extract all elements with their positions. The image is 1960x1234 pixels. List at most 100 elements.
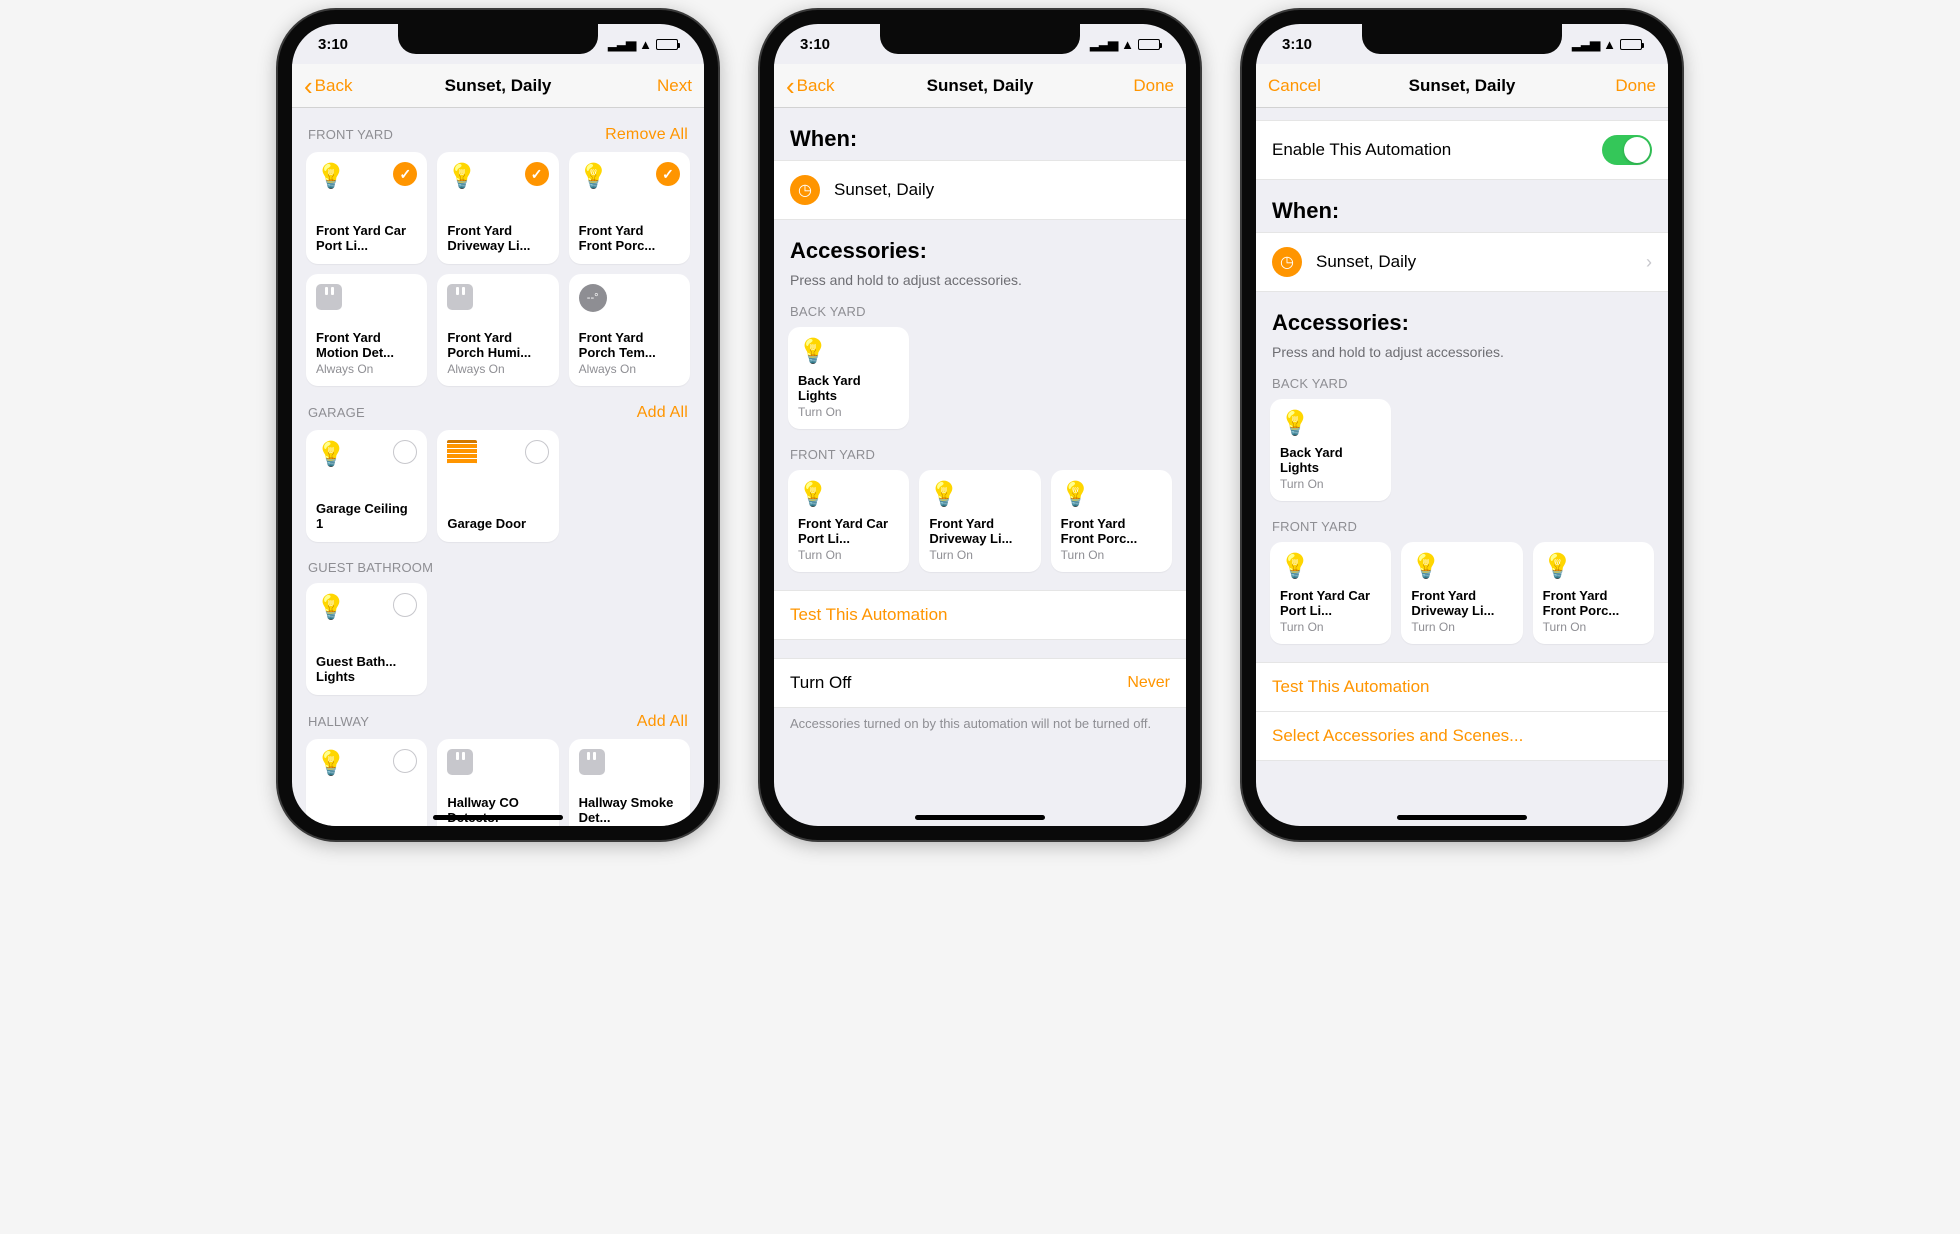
tile-label: Hallway Smoke Det...	[579, 795, 680, 826]
accessory-tile[interactable]: 💡 ✓ Front Yard Driveway Li...	[437, 152, 558, 264]
status-time: 3:10	[1282, 36, 1312, 53]
accessory-tile[interactable]: 💡 Hallway Ceiling	[306, 739, 427, 826]
turn-off-row[interactable]: Turn Off Never	[774, 658, 1186, 708]
tile-sub: Turn On	[929, 548, 1030, 562]
enable-toggle[interactable]	[1602, 135, 1652, 165]
accessory-tile[interactable]: Hallway Smoke Det... Always On	[569, 739, 690, 826]
add-all-button[interactable]: Add All	[637, 404, 688, 422]
garage-door-icon	[447, 440, 477, 464]
cancel-button[interactable]: Cancel	[1268, 76, 1321, 96]
tile-sub: Always On	[316, 362, 417, 376]
accessory-tile[interactable]: 💡 Front Yard Driveway Li... Turn On	[1401, 542, 1522, 644]
when-row[interactable]: ◷ Sunset, Daily	[774, 160, 1186, 220]
remove-all-button[interactable]: Remove All	[605, 126, 688, 144]
tile-label: Front Yard Front Porc...	[1543, 588, 1644, 619]
bulb-icon: 💡	[929, 480, 1030, 509]
checkmark-icon: ✓	[393, 162, 417, 186]
section-label: BACK YARD	[1272, 376, 1348, 391]
section-label: FRONT YARD	[1272, 519, 1357, 534]
signal-icon	[1090, 36, 1117, 52]
accessory-tile[interactable]: 💡 Front Yard Car Port Li... Turn On	[1270, 542, 1391, 644]
done-button[interactable]: Done	[1133, 76, 1174, 96]
content-scroll[interactable]: Enable This Automation When: ◷ Sunset, D…	[1256, 108, 1668, 826]
status-icons	[1090, 36, 1160, 52]
phone-2: 3:10 ‹ Back Sunset, Daily Done When: ◷	[760, 10, 1200, 840]
chevron-left-icon: ‹	[786, 73, 795, 99]
accessory-tile[interactable]: 💡 Guest Bath... Lights	[306, 583, 427, 695]
accessory-tile[interactable]: 💡 Back Yard Lights Turn On	[788, 327, 909, 429]
tile-label: Front Yard Front Porc...	[579, 223, 680, 254]
status-time: 3:10	[800, 36, 830, 53]
test-automation-button[interactable]: Test This Automation	[1256, 662, 1668, 712]
tile-label: Garage Door	[447, 516, 548, 532]
select-accessories-button[interactable]: Select Accessories and Scenes...	[1256, 712, 1668, 761]
accessory-tile[interactable]: --° Front Yard Porch Tem... Always On	[569, 274, 690, 386]
section-label: HALLWAY	[308, 714, 369, 729]
accessory-tile[interactable]: Front Yard Porch Humi... Always On	[437, 274, 558, 386]
content-scroll[interactable]: When: ◷ Sunset, Daily Accessories: Press…	[774, 108, 1186, 826]
unselected-ring-icon	[393, 593, 417, 617]
turnoff-note: Accessories turned on by this automation…	[774, 708, 1186, 749]
bulb-icon: 💡	[1411, 552, 1512, 581]
test-automation-button[interactable]: Test This Automation	[774, 590, 1186, 640]
clock-icon: ◷	[1272, 247, 1302, 277]
bulb-icon: 💡	[1543, 552, 1644, 581]
bulb-icon: 💡	[1280, 409, 1381, 438]
unselected-ring-icon	[393, 749, 417, 773]
sensor-icon	[447, 749, 473, 775]
sensor-icon	[447, 284, 473, 310]
section-label: GARAGE	[308, 405, 365, 420]
bulb-icon: 💡	[1061, 480, 1162, 509]
accessory-tile[interactable]: Garage Door	[437, 430, 558, 542]
add-all-button[interactable]: Add All	[637, 713, 688, 731]
sensor-icon	[579, 749, 605, 775]
tile-label: Back Yard Lights	[798, 373, 899, 404]
back-button[interactable]: ‹ Back	[786, 73, 834, 99]
accessory-tile[interactable]: 💡 Front Yard Front Porc... Turn On	[1533, 542, 1654, 644]
nav-bar: Cancel Sunset, Daily Done	[1256, 64, 1668, 108]
when-value: Sunset, Daily	[1316, 252, 1632, 272]
checkmark-icon: ✓	[656, 162, 680, 186]
clock-icon: ◷	[790, 175, 820, 205]
when-header: When:	[1256, 180, 1668, 232]
when-row[interactable]: ◷ Sunset, Daily ›	[1256, 232, 1668, 292]
done-button[interactable]: Done	[1615, 76, 1656, 96]
section-header-garage: GARAGE Add All	[292, 386, 704, 430]
phone-3: 3:10 Cancel Sunset, Daily Done Enable Th…	[1242, 10, 1682, 840]
bulb-icon: 💡	[316, 749, 346, 778]
chevron-right-icon: ›	[1646, 252, 1652, 273]
accessory-tile[interactable]: 💡 Garage Ceiling 1	[306, 430, 427, 542]
section-header-frontyard: FRONT YARD	[1256, 501, 1668, 542]
status-icons	[1572, 36, 1642, 52]
accessories-header: Accessories:	[1256, 292, 1668, 344]
temperature-icon: --°	[579, 284, 607, 312]
tile-sub: Always On	[579, 362, 680, 376]
accessory-tile[interactable]: 💡 Front Yard Car Port Li... Turn On	[788, 470, 909, 572]
accessory-tile[interactable]: 💡 Front Yard Driveway Li... Turn On	[919, 470, 1040, 572]
accessory-tile[interactable]: Front Yard Motion Det... Always On	[306, 274, 427, 386]
unselected-ring-icon	[525, 440, 549, 464]
accessories-header: Accessories:	[774, 220, 1186, 272]
accessories-sub: Press and hold to adjust accessories.	[774, 272, 1186, 298]
accessory-tile[interactable]: Hallway CO Detector Always On	[437, 739, 558, 826]
accessory-tile[interactable]: 💡 ✓ Front Yard Car Port Li...	[306, 152, 427, 264]
accessory-tile[interactable]: 💡 Front Yard Front Porc... Turn On	[1051, 470, 1172, 572]
content-scroll[interactable]: FRONT YARD Remove All 💡 ✓ Front Yard Car…	[292, 108, 704, 826]
chevron-left-icon: ‹	[304, 73, 313, 99]
nav-title: Sunset, Daily	[876, 76, 1084, 96]
turnoff-value: Never	[1127, 674, 1170, 692]
tile-sub: Turn On	[1280, 477, 1381, 491]
tile-sub: Turn On	[1543, 620, 1644, 634]
home-indicator[interactable]	[915, 815, 1045, 820]
home-indicator[interactable]	[433, 815, 563, 820]
next-button[interactable]: Next	[657, 76, 692, 96]
notch	[880, 24, 1080, 54]
tile-label: Front Yard Driveway Li...	[1411, 588, 1512, 619]
back-button[interactable]: ‹ Back	[304, 73, 352, 99]
tile-label: Front Yard Car Port Li...	[1280, 588, 1381, 619]
accessory-tile[interactable]: 💡 Back Yard Lights Turn On	[1270, 399, 1391, 501]
checkmark-icon: ✓	[525, 162, 549, 186]
section-header-frontyard: FRONT YARD Remove All	[292, 108, 704, 152]
home-indicator[interactable]	[1397, 815, 1527, 820]
accessory-tile[interactable]: 💡 ✓ Front Yard Front Porc...	[569, 152, 690, 264]
